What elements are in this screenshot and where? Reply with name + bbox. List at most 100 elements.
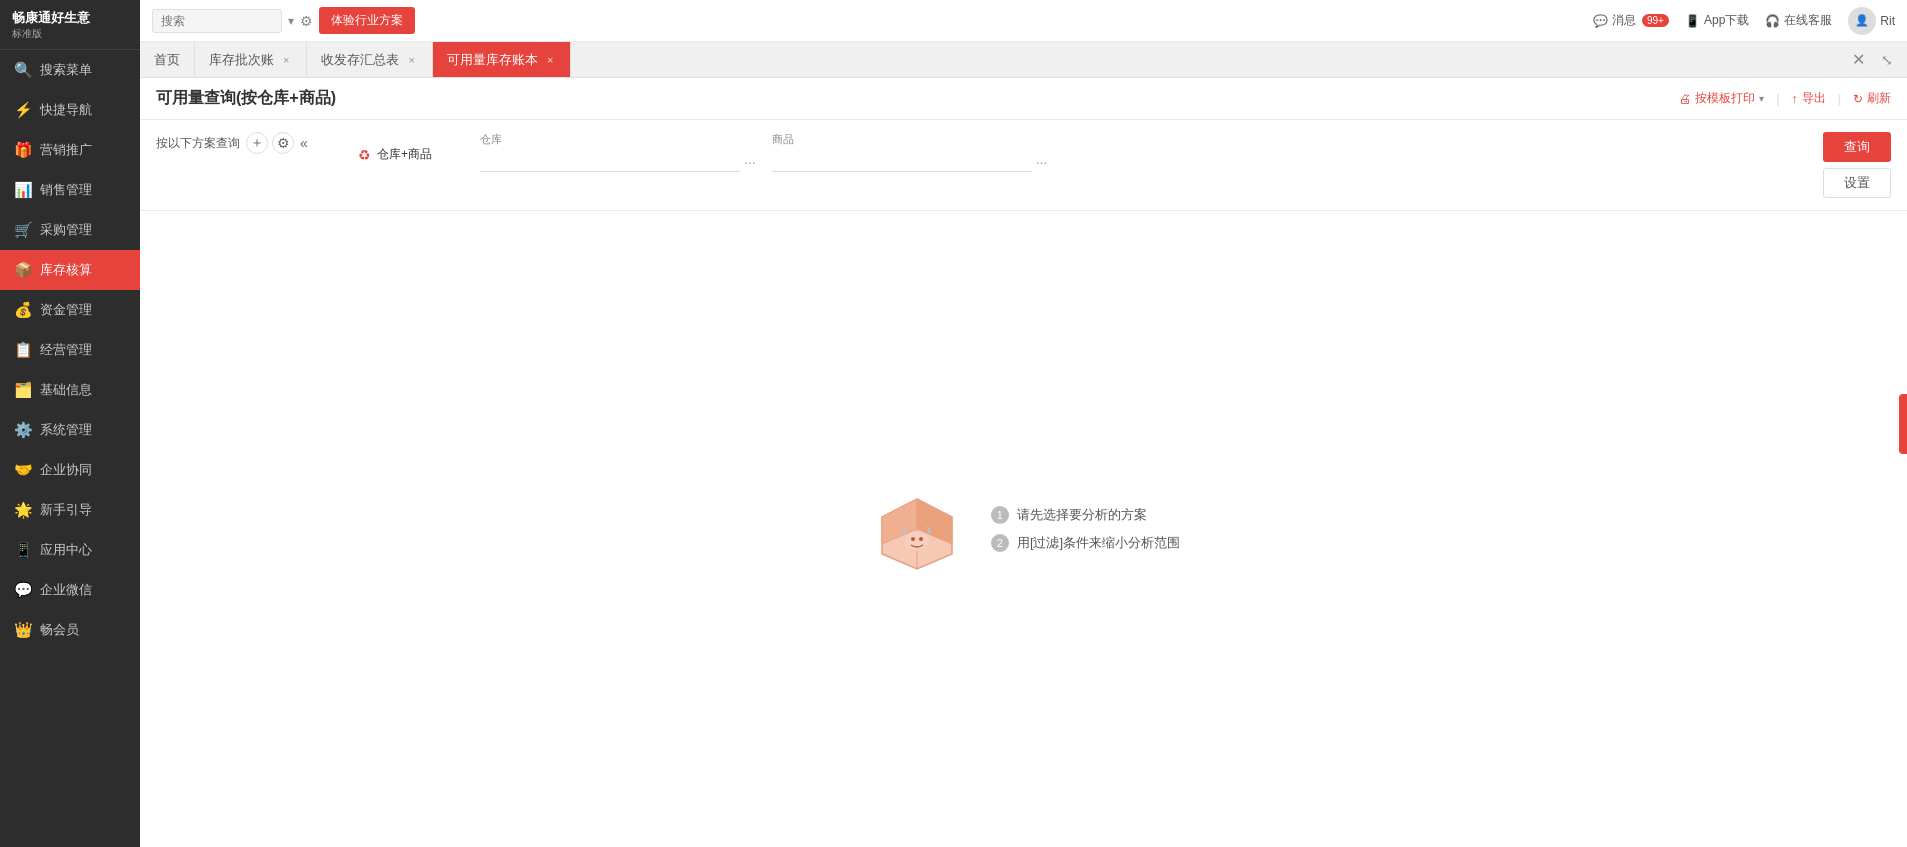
tabbar: 首页 库存批次账 × 收发存汇总表 × 可用量库存账本 × ✕ ⤡ <box>140 42 1907 78</box>
query-row: 按以下方案查询 ＋ ⚙ « ♻ 仓库+商品 <box>156 132 1891 198</box>
sidebar-label-shortcut: 快捷导航 <box>40 101 92 119</box>
refresh-btn[interactable]: ↻ 刷新 <box>1853 90 1891 107</box>
sidebar-item-marketing-promo[interactable]: 🎁 营销推广 <box>0 130 140 170</box>
sidebar-item-newbie[interactable]: 🌟新手引导 <box>0 490 140 530</box>
topbar-search-area: ▾ ⚙ 体验行业方案 <box>152 7 1585 34</box>
sidebar-item-basic[interactable]: 🗂️ 基础信息 <box>0 370 140 410</box>
sidebar-item-system[interactable]: ⚙️系统管理 <box>0 410 140 450</box>
scheme-item-warehouse-product[interactable]: ♻ 仓库+商品 <box>348 140 468 169</box>
setting-btn[interactable]: 设置 <box>1823 168 1891 198</box>
tab-inventory-summary[interactable]: 收发存汇总表 × <box>307 42 432 77</box>
empty-state: 1请先选择要分析的方案 2 用[过滤]条件来缩小分析范围 <box>140 211 1907 847</box>
product-more-icon[interactable]: ··· <box>1036 154 1048 170</box>
sidebar-item-enterprise[interactable]: 🤝 企业协同 <box>0 450 140 490</box>
tab-batch-account[interactable]: 库存批次账 × <box>195 42 307 77</box>
app-download-btn[interactable]: 📱 App下载 <box>1685 12 1749 29</box>
export-btn[interactable]: ↑ 导出 <box>1792 90 1826 107</box>
empty-illustration <box>867 479 967 579</box>
basic-icon: 🗂️ <box>14 381 32 399</box>
sidebar-item-operation[interactable]: 📋经营管理 <box>0 330 140 370</box>
warehouse-input[interactable] <box>480 151 740 172</box>
refresh-label: 刷新 <box>1867 90 1891 107</box>
scheme-actions: ＋ ⚙ « <box>246 132 310 154</box>
tab-home[interactable]: 首页 <box>140 42 195 77</box>
tab-inventory-summary-label: 收发存汇总表 <box>321 51 399 69</box>
hint-text-1: 请先选择要分析的方案 <box>1017 506 1147 524</box>
sidebar-item-wechat[interactable]: 💬 企业微信 <box>0 570 140 610</box>
product-filter: 商品 ··· <box>772 132 1048 172</box>
sidebar-label-search: 搜索菜单 <box>40 61 92 79</box>
username: Rit <box>1880 14 1895 28</box>
sidebar-item-inventory[interactable]: 📦 库存核算 <box>0 250 140 290</box>
user-area[interactable]: 👤 Rit <box>1848 7 1895 35</box>
tab-home-label: 首页 <box>154 51 180 69</box>
product-input[interactable] <box>772 151 1032 172</box>
sidebar-item-purchase[interactable]: 🛒采购管理 <box>0 210 140 250</box>
sidebar-nav: 🔍搜索菜单⚡快捷导航 🎁 营销推广 📊销售管理🛒采购管理 📦 库存核算 💰资金管理📋经营管理… <box>0 50 140 847</box>
message-label: 消息 <box>1612 12 1636 29</box>
search-input[interactable] <box>152 9 282 33</box>
empty-hint-1: 1请先选择要分析的方案 <box>991 506 1180 524</box>
message-btn[interactable]: 💬 消息 99+ <box>1593 12 1669 29</box>
warehouse-more-icon[interactable]: ··· <box>744 154 756 170</box>
wechat-icon: 💬 <box>14 581 32 599</box>
query-btn[interactable]: 查询 <box>1823 132 1891 162</box>
gear-icon[interactable]: ⚙ <box>300 13 313 29</box>
sidebar-item-shortcut[interactable]: ⚡快捷导航 <box>0 90 140 130</box>
query-area: 按以下方案查询 ＋ ⚙ « ♻ 仓库+商品 <box>140 120 1907 211</box>
product-label: 商品 <box>772 132 1048 147</box>
svg-point-6 <box>919 537 923 541</box>
scrollbar-thumb[interactable] <box>1899 394 1907 454</box>
manage-scheme-btn[interactable]: ⚙ <box>272 132 294 154</box>
sidebar-logo: 畅康通好生意 标准版 <box>0 0 140 50</box>
sidebar-item-sales[interactable]: 📊销售管理 <box>0 170 140 210</box>
scheme-item-label: 仓库+商品 <box>377 146 432 163</box>
tabbar-expand-icon[interactable]: ⤡ <box>1875 50 1899 70</box>
sidebar-item-search[interactable]: 🔍搜索菜单 <box>0 50 140 90</box>
sidebar-label-newbie: 新手引导 <box>40 501 92 519</box>
system-icon: ⚙️ <box>14 421 32 439</box>
svg-point-5 <box>911 537 915 541</box>
print-btn[interactable]: 🖨 按模板打印 ▾ <box>1679 90 1764 107</box>
export-icon: ↑ <box>1792 92 1798 106</box>
chevron-down-icon[interactable]: ▾ <box>288 14 294 28</box>
hint-text-2: 用[过滤]条件来缩小分析范围 <box>1017 534 1180 552</box>
sidebar-label-operation: 经营管理 <box>40 341 92 359</box>
phone-icon: 📱 <box>1685 14 1700 28</box>
action-btns: 查询 设置 <box>1823 132 1891 198</box>
tab-available-inventory[interactable]: 可用量库存账本 × <box>433 42 571 77</box>
sidebar-label-inventory: 库存核算 <box>40 261 92 279</box>
add-scheme-btn[interactable]: ＋ <box>246 132 268 154</box>
sidebar-label-wechat: 企业微信 <box>40 581 92 599</box>
app-center-icon: 📱 <box>14 541 32 559</box>
enterprise-icon: 🤝 <box>14 461 32 479</box>
tab-batch-account-close[interactable]: × <box>280 53 292 67</box>
tab-available-inventory-label: 可用量库存账本 <box>447 51 538 69</box>
divider2: | <box>1838 91 1841 106</box>
industry-btn[interactable]: 体验行业方案 <box>319 7 415 34</box>
sidebar-label-marketing-promo: 营销推广 <box>40 141 92 159</box>
tab-inventory-summary-close[interactable]: × <box>405 53 417 67</box>
marketing-promo-icon: 🎁 <box>14 141 32 159</box>
headset-icon: 🎧 <box>1765 14 1780 28</box>
query-scheme: 按以下方案查询 ＋ ⚙ « <box>156 132 336 154</box>
warehouse-label: 仓库 <box>480 132 756 147</box>
inventory-icon: 📦 <box>14 261 32 279</box>
tabbar-close-icon[interactable]: ✕ <box>1846 48 1871 71</box>
tab-available-inventory-close[interactable]: × <box>544 53 556 67</box>
sidebar: 畅康通好生意 标准版 🔍搜索菜单⚡快捷导航 🎁 营销推广 📊销售管理🛒采购管理 📦 库存核… <box>0 0 140 847</box>
sidebar-item-app-center[interactable]: 📱应用中心 <box>0 530 140 570</box>
filters: 仓库 ··· 商品 ··· <box>480 132 1811 172</box>
sidebar-item-member[interactable]: 👑畅会员 <box>0 610 140 650</box>
sidebar-label-enterprise: 企业协同 <box>40 461 92 479</box>
collapse-btn[interactable]: « <box>298 132 310 154</box>
logo-sub: 标准版 <box>12 27 128 41</box>
warehouse-filter: 仓库 ··· <box>480 132 756 172</box>
hint-num-2: 2 <box>991 534 1009 552</box>
page-header-actions: 🖨 按模板打印 ▾ | ↑ 导出 | ↻ 刷新 <box>1679 90 1891 107</box>
sidebar-label-basic: 基础信息 <box>40 381 92 399</box>
sidebar-label-sales: 销售管理 <box>40 181 92 199</box>
online-service-btn[interactable]: 🎧 在线客服 <box>1765 12 1832 29</box>
empty-hint-2: 2 用[过滤]条件来缩小分析范围 <box>991 534 1180 552</box>
sidebar-item-finance[interactable]: 💰资金管理 <box>0 290 140 330</box>
